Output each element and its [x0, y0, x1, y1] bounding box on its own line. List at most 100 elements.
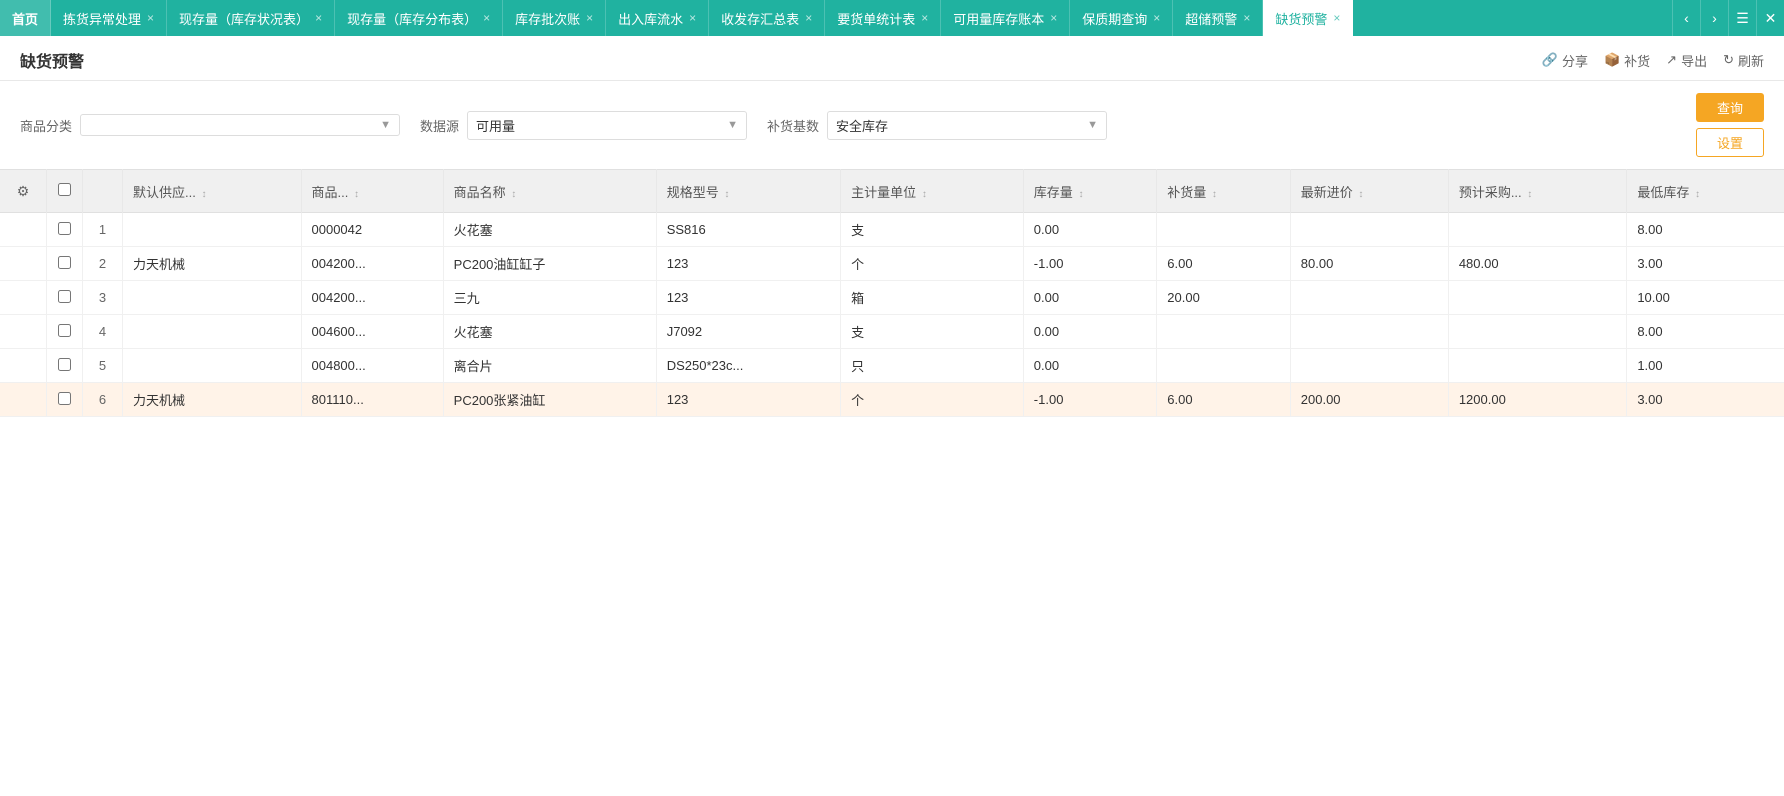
col-spec-header[interactable]: 规格型号 ↕ [656, 170, 840, 213]
cell-spec: J7092 [656, 315, 840, 349]
query-button[interactable]: 查询 [1696, 93, 1764, 122]
refresh-icon: ↻ [1723, 52, 1734, 68]
tab-inventory-status[interactable]: 现存量（库存状况表）× [167, 0, 335, 36]
replenish-qty-sort-icon: ↕ [1212, 189, 1217, 200]
tab-shortage[interactable]: 缺货预警× [1263, 0, 1353, 36]
tab-inout-flow[interactable]: 出入库流水× [606, 0, 709, 36]
col-unit-header[interactable]: 主计量单位 ↕ [841, 170, 1024, 213]
cell-min-stock: 8.00 [1627, 315, 1784, 349]
tab-batch-account[interactable]: 库存批次账× [503, 0, 606, 36]
tab-receipt-summary[interactable]: 收发存汇总表× [709, 0, 825, 36]
row-checkbox[interactable] [58, 324, 71, 337]
cell-supplier: 力天机械 [123, 247, 302, 281]
close-tab-icon[interactable]: × [805, 11, 812, 25]
cell-replenish-qty: 6.00 [1157, 247, 1290, 281]
close-tab-icon[interactable]: × [1050, 11, 1057, 25]
row-num: 2 [83, 247, 123, 281]
table-row[interactable]: 3004200...三九123箱0.0020.0010.00 [0, 281, 1784, 315]
cell-unit: 个 [841, 383, 1024, 417]
replenish-button[interactable]: 📦 补货 [1604, 51, 1650, 70]
row-num: 5 [83, 349, 123, 383]
close-tab-icon[interactable]: × [315, 11, 322, 25]
col-select-all [47, 170, 83, 213]
cell-goods-name: PC200张紧油缸 [443, 383, 656, 417]
close-tab-icon[interactable]: × [483, 11, 490, 25]
col-supplier-header[interactable]: 默认供应... ↕ [123, 170, 302, 213]
close-tab-icon[interactable]: × [147, 11, 154, 25]
col-min-stock-header[interactable]: 最低库存 ↕ [1627, 170, 1784, 213]
settings-button[interactable]: 设置 [1696, 128, 1764, 157]
goods-code-sort-icon: ↕ [354, 189, 359, 200]
close-tab-icon[interactable]: × [689, 11, 696, 25]
row-checkbox[interactable] [58, 222, 71, 235]
tab-order-stats[interactable]: 要货单统计表× [825, 0, 941, 36]
row-checkbox[interactable] [58, 290, 71, 303]
cell-replenish-qty [1157, 349, 1290, 383]
cell-spec: SS816 [656, 213, 840, 247]
replenish-base-dropdown-icon: ▼ [1087, 119, 1098, 131]
close-tab-icon[interactable]: × [586, 11, 593, 25]
category-dropdown-icon: ▼ [380, 119, 391, 131]
table-row[interactable]: 4004600...火花塞J7092支0.008.00 [0, 315, 1784, 349]
cell-unit: 支 [841, 213, 1024, 247]
close-tab-icon[interactable]: × [921, 11, 928, 25]
category-filter-group: 商品分类 ▼ [20, 114, 400, 136]
cell-supplier: 力天机械 [123, 383, 302, 417]
table-row[interactable]: 2力天机械004200...PC200油缸缸子123个-1.006.0080.0… [0, 247, 1784, 281]
replenish-icon: 📦 [1604, 52, 1620, 68]
tab-expiry-query[interactable]: 保质期查询× [1070, 0, 1173, 36]
select-all-checkbox[interactable] [58, 183, 71, 196]
col-goods-name-header[interactable]: 商品名称 ↕ [443, 170, 656, 213]
col-goods-code-header[interactable]: 商品... ↕ [301, 170, 443, 213]
row-checkbox[interactable] [58, 392, 71, 405]
supplier-sort-icon: ↕ [201, 189, 206, 200]
refresh-button[interactable]: ↻ 刷新 [1723, 51, 1764, 70]
col-gear: ⚙ [0, 170, 47, 213]
tab-scroll-right[interactable]: › [1700, 0, 1728, 36]
close-tab-icon[interactable]: × [1333, 11, 1340, 25]
cell-goods-name: PC200油缸缸子 [443, 247, 656, 281]
cell-latest-price: 200.00 [1290, 383, 1448, 417]
cell-est-purchase [1448, 349, 1627, 383]
tab-inventory-dist[interactable]: 现存量（库存分布表）× [335, 0, 503, 36]
category-select[interactable]: ▼ [80, 114, 400, 136]
table-row[interactable]: 6力天机械801110...PC200张紧油缸123个-1.006.00200.… [0, 383, 1784, 417]
cell-unit: 箱 [841, 281, 1024, 315]
col-est-purchase-header[interactable]: 预计采购... ↕ [1448, 170, 1627, 213]
tab-available-ledger[interactable]: 可用量库存账本× [941, 0, 1070, 36]
cell-goods-code: 004200... [301, 281, 443, 315]
gear-settings-button[interactable]: ⚙ [10, 178, 36, 204]
row-checkbox[interactable] [58, 358, 71, 371]
close-tab-icon[interactable]: × [1153, 11, 1160, 25]
share-button[interactable]: 🔗 分享 [1542, 51, 1588, 70]
goods-name-sort-icon: ↕ [511, 189, 516, 200]
tab-home[interactable]: 首页 [0, 0, 51, 36]
tab-bar: 首页拣货异常处理×现存量（库存状况表）×现存量（库存分布表）×库存批次账×出入库… [0, 0, 1784, 36]
col-latest-price-header[interactable]: 最新进价 ↕ [1290, 170, 1448, 213]
cell-unit: 个 [841, 247, 1024, 281]
row-checkbox[interactable] [58, 256, 71, 269]
col-replenish-qty-header[interactable]: 补货量 ↕ [1157, 170, 1290, 213]
row-num: 1 [83, 213, 123, 247]
close-tab-icon[interactable]: × [1243, 11, 1250, 25]
cell-est-purchase [1448, 281, 1627, 315]
page-header: 缺货预警 🔗 分享 📦 补货 ↗ 导出 ↻ 刷新 [0, 36, 1784, 81]
cell-supplier [123, 213, 302, 247]
col-num-header [83, 170, 123, 213]
tab-scroll-left[interactable]: ‹ [1672, 0, 1700, 36]
table-row[interactable]: 5004800...离合片DS250*23c...只0.001.00 [0, 349, 1784, 383]
export-button[interactable]: ↗ 导出 [1666, 51, 1707, 70]
tab-overstock[interactable]: 超储预警× [1173, 0, 1263, 36]
col-stock-header[interactable]: 库存量 ↕ [1023, 170, 1156, 213]
unit-sort-icon: ↕ [922, 189, 927, 200]
tab-close-all[interactable]: ✕ [1756, 0, 1784, 36]
datasource-select[interactable]: 可用量 ▼ [467, 111, 747, 140]
export-icon: ↗ [1666, 52, 1677, 68]
cell-est-purchase: 1200.00 [1448, 383, 1627, 417]
table-row[interactable]: 10000042火花塞SS816支0.008.00 [0, 213, 1784, 247]
tab-abnormal[interactable]: 拣货异常处理× [51, 0, 167, 36]
tab-menu[interactable]: ☰ [1728, 0, 1756, 36]
replenish-base-select[interactable]: 安全库存 ▼ [827, 111, 1107, 140]
datasource-label: 数据源 [420, 116, 459, 135]
tab-nav-buttons: ‹ › ☰ ✕ [1672, 0, 1784, 36]
